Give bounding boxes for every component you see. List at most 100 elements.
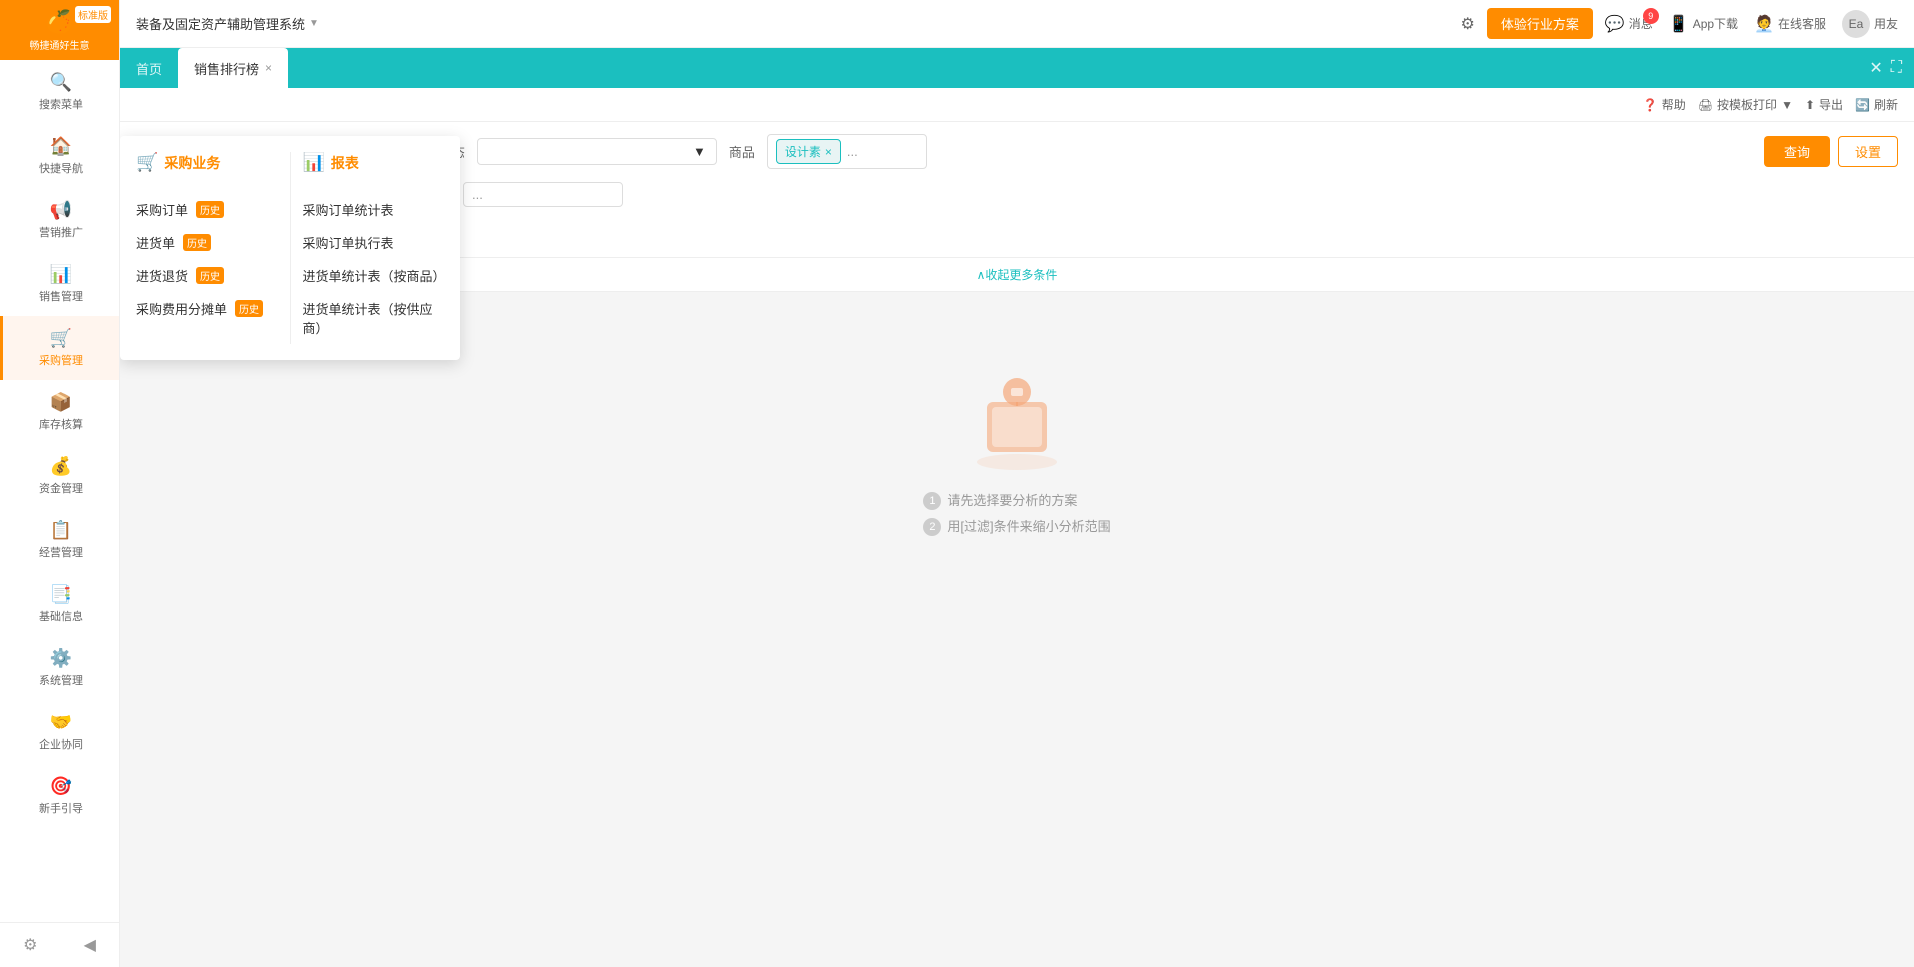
return-label: 进货退货	[136, 266, 188, 285]
print-dropdown-icon: ▼	[1781, 98, 1793, 112]
help-label: 帮助	[1662, 96, 1686, 113]
tab-close-icon[interactable]: ×	[265, 61, 272, 75]
sidebar-item-purchase[interactable]: 🛒 采购管理	[0, 316, 119, 380]
help-btn[interactable]: ❓ 帮助	[1643, 96, 1686, 113]
system-title-dropdown[interactable]: 装备及固定资产辅助管理系统 ▼	[136, 14, 1448, 33]
sidebar-item-quick-nav[interactable]: 🏠 快捷导航	[0, 124, 119, 188]
goods-tag-design[interactable]: 设计素 ×	[776, 139, 841, 164]
incoming-stat-goods-item[interactable]: 进货单统计表（按商品）	[303, 259, 445, 292]
incoming-stat-goods-label: 进货单统计表（按商品）	[303, 266, 445, 285]
sidebar-item-sales[interactable]: 📊 销售管理	[0, 252, 119, 316]
inventory-icon: 📦	[50, 392, 72, 413]
voucher-status-select[interactable]: ▼	[477, 138, 717, 165]
avatar: Ea	[1842, 10, 1870, 38]
sidebar-item-operation[interactable]: 📋 经营管理	[0, 508, 119, 572]
purchase-order-item[interactable]: 采购订单 历史	[136, 193, 278, 226]
sidebar-item-label: 销售管理	[39, 288, 83, 304]
export-icon: ⬆	[1805, 98, 1815, 112]
order-stat-item[interactable]: 采购订单统计表	[303, 193, 445, 226]
app-download-btn[interactable]: 📱 App下载	[1669, 14, 1738, 34]
sidebar-settings-btn[interactable]: ⚙	[23, 935, 37, 955]
order-exec-label: 采购订单执行表	[303, 233, 394, 252]
hint-num-2: 2	[923, 518, 941, 536]
empty-text: 1 请先选择要分析的方案 2 用[过滤]条件来缩小分析范围	[923, 488, 1110, 540]
notification-badge: 9	[1643, 8, 1659, 24]
sidebar-collapse-btn[interactable]: ◀	[84, 935, 96, 955]
basic-icon: 📑	[50, 584, 72, 605]
tab-home-label: 首页	[136, 59, 162, 78]
sidebar-item-enterprise[interactable]: 🤝 企业协同	[0, 700, 119, 764]
query-button[interactable]: 查询	[1764, 136, 1830, 167]
export-label: 导出	[1819, 96, 1843, 113]
incoming-stat-supplier-item[interactable]: 进货单统计表（按供应商）	[303, 292, 445, 344]
history-badge-order: 历史	[196, 201, 224, 218]
action-buttons: 查询 设置	[1764, 136, 1898, 167]
sidebar-item-search[interactable]: 🔍 搜索菜单	[0, 60, 119, 124]
dropdown-col-business: 🛒 采购业务 采购订单 历史 进货单 历史 进货退货 历史	[136, 152, 278, 344]
purchase-order-label: 采购订单	[136, 200, 188, 219]
dropdown-cols: 🛒 采购业务 采购订单 历史 进货单 历史 进货退货 历史	[136, 152, 444, 344]
refresh-icon: 🔄	[1855, 98, 1870, 112]
finance-icon: 💰	[50, 456, 72, 477]
goods-dots[interactable]: ...	[847, 144, 858, 159]
system-icon: ⚙️	[50, 648, 72, 669]
tab-close-all-icon[interactable]: ✕	[1869, 58, 1882, 78]
incoming-item[interactable]: 进货单 历史	[136, 226, 278, 259]
goods-tag-close-icon[interactable]: ×	[825, 145, 832, 159]
industry-btn[interactable]: 体验行业方案	[1487, 8, 1593, 39]
service-label: 在线客服	[1778, 15, 1826, 32]
sidebar-item-finance[interactable]: 💰 资金管理	[0, 444, 119, 508]
sidebar-nav: 🔍 搜索菜单 🏠 快捷导航 📢 营销推广 📊 销售管理 🛒 采购管理 📦 库存核…	[0, 60, 119, 922]
refresh-btn[interactable]: 🔄 刷新	[1855, 96, 1898, 113]
newbie-icon: 🎯	[50, 776, 72, 797]
user-btn[interactable]: Ea 用友	[1842, 10, 1898, 38]
message-btn[interactable]: 💬 9 消息	[1605, 14, 1653, 34]
print-btn[interactable]: 🖨 按模板打印 ▼	[1698, 96, 1793, 113]
home-icon: 🏠	[50, 136, 72, 157]
sidebar-item-newbie[interactable]: 🎯 新手引导	[0, 764, 119, 828]
header-settings-icon[interactable]: ⚙	[1460, 14, 1474, 34]
sidebar-bottom: ⚙ ◀	[0, 922, 119, 967]
collapse-icon: ∧	[977, 268, 986, 282]
goods-label: 商品	[729, 142, 755, 161]
sidebar-item-marketing[interactable]: 📢 营销推广	[0, 188, 119, 252]
sidebar-item-label: 系统管理	[39, 672, 83, 688]
logo-icon: 🍊	[46, 9, 73, 35]
salesman-filter[interactable]: ...	[463, 182, 623, 207]
goods-filter[interactable]: 设计素 × ...	[767, 134, 927, 169]
print-label: 按模板打印	[1717, 96, 1777, 113]
tab-home[interactable]: 首页	[120, 48, 178, 88]
sidebar: 🍊 畅捷通好生意 标准版 🔍 搜索菜单 🏠 快捷导航 📢 营销推广 📊 销售管理…	[0, 0, 120, 967]
business-header: 🛒 采购业务	[136, 152, 278, 181]
sidebar-item-label: 资金管理	[39, 480, 83, 496]
header-right: 💬 9 消息 📱 App下载 🧑‍💼 在线客服 Ea 用友	[1605, 10, 1898, 38]
system-title: 装备及固定资产辅助管理系统 ▼	[136, 14, 1448, 33]
top-header: 装备及固定资产辅助管理系统 ▼ ⚙ 体验行业方案 💬 9 消息 📱 App下载 …	[120, 0, 1914, 48]
goods-tag-label: 设计素	[785, 143, 821, 160]
hint-1: 1 请先选择要分析的方案	[923, 488, 1110, 514]
sidebar-item-label: 库存核算	[39, 416, 83, 432]
expense-label: 采购费用分摊单	[136, 299, 227, 318]
tab-expand-icon[interactable]: ⛶	[1891, 59, 1902, 77]
return-item[interactable]: 进货退货 历史	[136, 259, 278, 292]
sidebar-item-system[interactable]: ⚙️ 系统管理	[0, 636, 119, 700]
voucher-dropdown-icon: ▼	[693, 144, 706, 159]
hint-text-1: 请先选择要分析的方案	[947, 488, 1077, 514]
order-exec-item[interactable]: 采购订单执行表	[303, 226, 445, 259]
logo-badge: 标准版	[75, 6, 111, 23]
empty-illustration	[957, 372, 1077, 472]
sidebar-item-basic[interactable]: 📑 基础信息	[0, 572, 119, 636]
report-header-icon: 📊	[303, 152, 325, 173]
salesman-dots[interactable]: ...	[472, 187, 483, 202]
sales-icon: 📊	[50, 264, 72, 285]
message-icon: 💬	[1605, 14, 1625, 34]
main-content: 装备及固定资产辅助管理系统 ▼ ⚙ 体验行业方案 💬 9 消息 📱 App下载 …	[120, 0, 1914, 967]
sidebar-item-label: 经营管理	[39, 544, 83, 560]
tab-sales-rank[interactable]: 销售排行榜 ×	[178, 48, 288, 88]
purchase-icon: 🛒	[50, 328, 72, 349]
sidebar-item-inventory[interactable]: 📦 库存核算	[0, 380, 119, 444]
export-btn[interactable]: ⬆ 导出	[1805, 96, 1843, 113]
expense-item[interactable]: 采购费用分摊单 历史	[136, 292, 278, 325]
online-service-btn[interactable]: 🧑‍💼 在线客服	[1754, 14, 1826, 34]
setting-button[interactable]: 设置	[1838, 136, 1898, 167]
